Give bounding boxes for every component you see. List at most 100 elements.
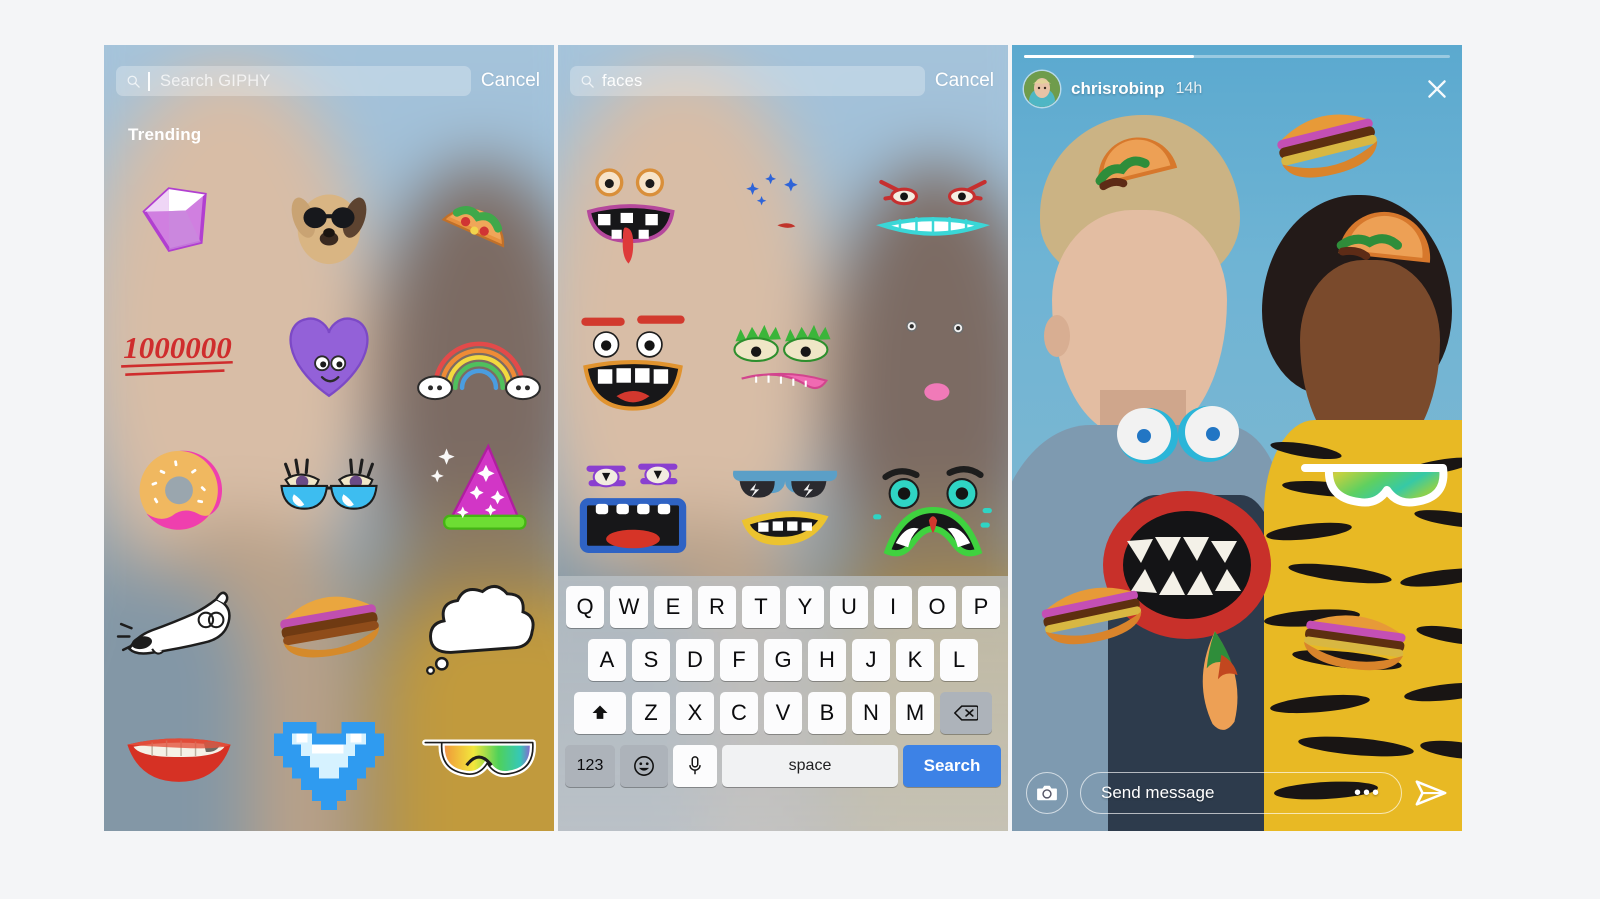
screenshot-stage: Search GIPHY Cancel Trending 1000000 fac… bbox=[0, 0, 1600, 899]
purple-heart-face-sticker[interactable] bbox=[267, 296, 391, 412]
key-b[interactable]: B bbox=[808, 692, 846, 734]
key-n[interactable]: N bbox=[852, 692, 890, 734]
key-d[interactable]: D bbox=[676, 639, 714, 681]
red-lips-teeth-sticker[interactable] bbox=[117, 698, 241, 814]
key-r[interactable]: R bbox=[698, 586, 736, 628]
key-z[interactable]: Z bbox=[632, 692, 670, 734]
tiny-eyes-pink-nose-sticker[interactable] bbox=[871, 303, 995, 419]
purple-brow-blue-monster-mouth-sticker[interactable] bbox=[571, 450, 695, 566]
googly-eyes-tongue-face-sticker[interactable] bbox=[571, 156, 695, 272]
rainbow-visor-sunglasses-sticker[interactable] bbox=[417, 698, 541, 814]
key-l[interactable]: L bbox=[940, 639, 978, 681]
backspace-delete-icon bbox=[954, 705, 978, 721]
pink-donut-sticker[interactable] bbox=[117, 430, 241, 546]
handwritten-1000000-sticker[interactable]: 1000000 bbox=[117, 296, 241, 412]
rainbow-clouds-sticker[interactable] bbox=[417, 296, 541, 412]
wizard-hat-sticker[interactable] bbox=[417, 430, 541, 546]
instagram-story-panel: chrisrobinp 14h Send message ••• bbox=[1012, 45, 1462, 831]
rainbow-visor-sticker-on-right bbox=[1297, 450, 1452, 520]
search-key[interactable]: Search bbox=[903, 745, 1001, 787]
green-spike-eyes-pink-mouth-sticker[interactable] bbox=[721, 303, 845, 419]
googly-eyes-sticker bbox=[1112, 400, 1242, 470]
search-placeholder: Search GIPHY bbox=[160, 71, 271, 90]
keyboard-row-2: ASDFGHJKL bbox=[561, 639, 1005, 681]
red-brows-big-smile-sticker[interactable] bbox=[571, 303, 695, 419]
dog-sunglasses-sticker[interactable] bbox=[267, 162, 391, 278]
key-h[interactable]: H bbox=[808, 639, 846, 681]
taco-sticker-on-left-head bbox=[1084, 120, 1184, 200]
giphy-search-row: faces Cancel bbox=[558, 61, 1008, 101]
keyboard-row-4: 123 space Search bbox=[561, 745, 1005, 787]
send-paper-plane-icon[interactable] bbox=[1414, 776, 1448, 810]
purple-gem-sticker[interactable] bbox=[117, 162, 241, 278]
send-message-input[interactable]: Send message ••• bbox=[1080, 772, 1402, 814]
hamburger-sticker-left-hand bbox=[1036, 570, 1146, 650]
key-g[interactable]: G bbox=[764, 639, 802, 681]
story-header: chrisrobinp 14h bbox=[1024, 69, 1450, 109]
story-timestamp: 14h bbox=[1175, 80, 1203, 97]
faces-sticker-grid bbox=[558, 141, 1008, 581]
page-title: Trending bbox=[128, 125, 202, 144]
space-key[interactable]: space bbox=[722, 745, 898, 787]
taco-sticker-lower bbox=[1180, 625, 1260, 735]
key-u[interactable]: U bbox=[830, 586, 868, 628]
story-progress-bar[interactable] bbox=[1024, 55, 1450, 58]
key-t[interactable]: T bbox=[742, 586, 780, 628]
camera-icon bbox=[1037, 785, 1057, 801]
key-y[interactable]: Y bbox=[786, 586, 824, 628]
teal-sad-face-sticker[interactable] bbox=[871, 450, 995, 566]
taco-sticker[interactable] bbox=[417, 162, 541, 278]
keyboard-row-3: ZXCVBNM bbox=[561, 692, 1005, 734]
key-p[interactable]: P bbox=[962, 586, 1000, 628]
red-angry-eyes-teeth-sticker[interactable] bbox=[871, 156, 995, 272]
search-input[interactable]: faces bbox=[570, 66, 925, 96]
key-q[interactable]: Q bbox=[566, 586, 604, 628]
key-i[interactable]: I bbox=[874, 586, 912, 628]
numbers-key[interactable]: 123 bbox=[565, 745, 615, 787]
key-s[interactable]: S bbox=[632, 639, 670, 681]
story-username[interactable]: chrisrobinp bbox=[1071, 79, 1165, 99]
search-input[interactable]: Search GIPHY bbox=[116, 66, 471, 96]
hamburger-sticker-right-hand bbox=[1299, 597, 1411, 679]
close-x-icon[interactable] bbox=[1424, 76, 1450, 102]
key-o[interactable]: O bbox=[918, 586, 956, 628]
laughing-dog-line-sticker[interactable] bbox=[116, 564, 241, 680]
giphy-sticker-panel: Search GIPHY Cancel Trending 1000000 bbox=[104, 45, 554, 831]
avatar-image bbox=[1024, 71, 1060, 107]
microphone-icon bbox=[689, 756, 701, 775]
key-w[interactable]: W bbox=[610, 586, 648, 628]
sticker-text: 1000000 bbox=[123, 330, 232, 365]
lightning-sunglasses-yellow-grin-sticker[interactable] bbox=[721, 450, 845, 566]
hamburger-sticker-floating bbox=[1270, 95, 1384, 189]
thought-cloud-sticker[interactable] bbox=[417, 564, 541, 680]
sparkle-dot-face-sticker[interactable] bbox=[721, 156, 845, 272]
key-m[interactable]: M bbox=[896, 692, 934, 734]
key-e[interactable]: E bbox=[654, 586, 692, 628]
delete-key[interactable] bbox=[940, 692, 992, 734]
key-v[interactable]: V bbox=[764, 692, 802, 734]
ios-keyboard: QWERTYUIOP ASDFGHJKL ZXCVBNM 123 space S… bbox=[558, 576, 1008, 831]
hamburger-sticker[interactable] bbox=[267, 564, 391, 680]
key-k[interactable]: K bbox=[896, 639, 934, 681]
avatar[interactable] bbox=[1024, 71, 1060, 107]
dictation-key[interactable] bbox=[673, 745, 717, 787]
search-icon bbox=[581, 75, 594, 88]
key-a[interactable]: A bbox=[588, 639, 626, 681]
text-caret bbox=[148, 71, 150, 91]
search-icon bbox=[127, 75, 140, 88]
key-f[interactable]: F bbox=[720, 639, 758, 681]
cancel-button[interactable]: Cancel bbox=[935, 70, 996, 92]
eyelash-blue-sunglasses-sticker[interactable] bbox=[267, 430, 391, 546]
more-options-dots-icon[interactable]: ••• bbox=[1354, 783, 1381, 803]
cancel-button[interactable]: Cancel bbox=[481, 70, 542, 92]
emoji-key[interactable] bbox=[620, 745, 668, 787]
story-bottom-bar: Send message ••• bbox=[1026, 771, 1448, 815]
keyboard-row-1: QWERTYUIOP bbox=[561, 586, 1005, 628]
camera-button[interactable] bbox=[1026, 772, 1068, 814]
smiley-emoji-icon bbox=[634, 756, 654, 776]
key-x[interactable]: X bbox=[676, 692, 714, 734]
pixel-blue-heart-sticker[interactable] bbox=[267, 698, 391, 814]
shift-key[interactable] bbox=[574, 692, 626, 734]
key-c[interactable]: C bbox=[720, 692, 758, 734]
key-j[interactable]: J bbox=[852, 639, 890, 681]
